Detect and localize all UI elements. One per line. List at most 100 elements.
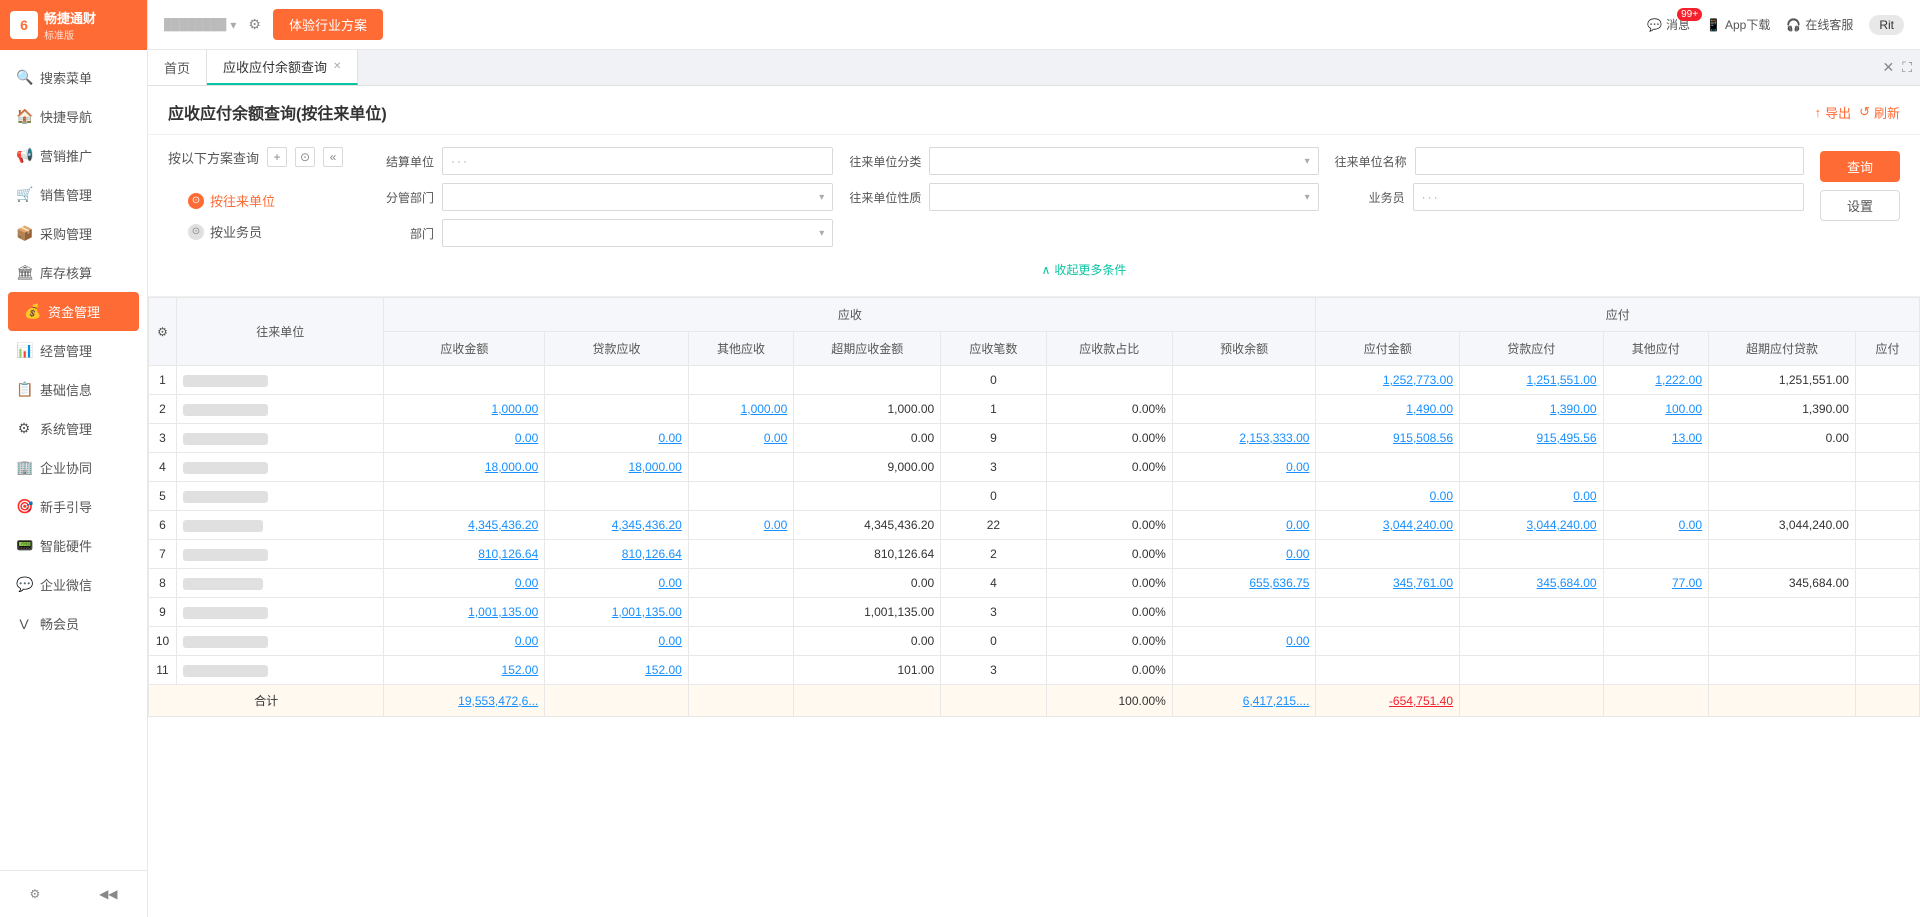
total-rec-prepay[interactable]: 6,417,215.... (1172, 685, 1316, 717)
table-cell[interactable]: 152.00 (545, 656, 689, 685)
table-cell[interactable]: 0.00 (1172, 627, 1316, 656)
table-cell[interactable]: 345,684.00 (1460, 569, 1604, 598)
table-cell[interactable]: 0.00 (545, 569, 689, 598)
sidebar-item-guide[interactable]: 🎯 新手引导 (0, 487, 147, 526)
total-pay-amount[interactable]: -654,751.40 (1316, 685, 1460, 717)
message-button[interactable]: 💬 消息 99+ (1647, 16, 1690, 33)
table-cell[interactable]: 4,345,436.20 (545, 511, 689, 540)
table-cell[interactable]: 1,000.00 (384, 395, 545, 424)
sidebar-item-finance[interactable]: 💰 资金管理 (8, 292, 139, 331)
sidebar-item-sales[interactable]: 🛒 销售管理 (0, 175, 147, 214)
salesperson-input[interactable]: ··· (1413, 183, 1804, 211)
table-cell[interactable]: 655,636.75 (1172, 569, 1316, 598)
sidebar-item-nav[interactable]: 🏠 快捷导航 (0, 97, 147, 136)
table-cell (794, 482, 941, 511)
partner-name-input[interactable] (1415, 147, 1804, 175)
table-cell[interactable]: 0.00 (384, 569, 545, 598)
table-cell[interactable]: 810,126.64 (545, 540, 689, 569)
table-cell[interactable]: 0.00 (384, 627, 545, 656)
sidebar-item-enterprise[interactable]: 🏢 企业协同 (0, 448, 147, 487)
export-button[interactable]: ↑ 导出 (1815, 103, 1852, 122)
scheme-item-partner[interactable]: ⊙ 按往来单位 (168, 185, 348, 216)
table-cell[interactable]: 13.00 (1603, 424, 1708, 453)
table-cell[interactable]: 1,390.00 (1460, 395, 1604, 424)
partner-category-input[interactable]: ▾ (929, 147, 1318, 175)
sidebar-item-wechat[interactable]: 💬 企业微信 (0, 565, 147, 604)
scheme-item-staff[interactable]: ⊙ 按业务员 (168, 216, 348, 247)
sidebar-item-operation[interactable]: 📊 经营管理 (0, 331, 147, 370)
table-cell[interactable]: 2,153,333.00 (1172, 424, 1316, 453)
table-cell[interactable]: 0.00 (1603, 511, 1708, 540)
table-cell[interactable]: 0.00 (1172, 540, 1316, 569)
filter-collapse-btn[interactable]: ∧ 收起更多条件 (364, 255, 1804, 284)
user-avatar[interactable]: Rit (1869, 15, 1904, 35)
table-cell[interactable]: 0.00 (1172, 511, 1316, 540)
col-pay-other: 其他应付 (1603, 332, 1708, 366)
sidebar-item-purchase[interactable]: 📦 采购管理 (0, 214, 147, 253)
salesperson-label: 业务员 (1335, 189, 1405, 206)
sidebar-item-basic[interactable]: 📋 基础信息 (0, 370, 147, 409)
filter-collapse-left-btn[interactable]: « (323, 147, 343, 167)
collapse-btn[interactable]: ◀◀ (93, 881, 123, 907)
table-cell[interactable]: 0.00 (384, 424, 545, 453)
query-button[interactable]: 查询 (1820, 151, 1900, 182)
table-cell[interactable]: 1,490.00 (1316, 395, 1460, 424)
total-rec-amount[interactable]: 19,553,472,6... (384, 685, 545, 717)
app-download-button[interactable]: 📱 App下载 (1706, 16, 1770, 33)
table-cell[interactable]: 4,345,436.20 (384, 511, 545, 540)
table-cell[interactable]: 1,252,773.00 (1316, 366, 1460, 395)
dept-manager-input[interactable]: ▾ (442, 183, 833, 211)
table-cell[interactable]: 915,495.56 (1460, 424, 1604, 453)
sidebar-item-hardware[interactable]: 📟 智能硬件 (0, 526, 147, 565)
set-button[interactable]: 设置 (1820, 190, 1900, 221)
table-cell[interactable]: 345,761.00 (1316, 569, 1460, 598)
tab-balance[interactable]: 应收应付余额查询 ✕ (207, 50, 358, 85)
sidebar-item-inventory[interactable]: 🏛 库存核算 (0, 253, 147, 292)
refresh-button[interactable]: ↺ 刷新 (1859, 103, 1900, 122)
table-cell[interactable]: 915,508.56 (1316, 424, 1460, 453)
table-cell[interactable]: 1,001,135.00 (545, 598, 689, 627)
table-cell[interactable]: 1,000.00 (688, 395, 793, 424)
table-cell[interactable]: 77.00 (1603, 569, 1708, 598)
tab-home[interactable]: 首页 (148, 50, 207, 85)
table-cell (1460, 540, 1604, 569)
table-cell[interactable]: 1,251,551.00 (1460, 366, 1604, 395)
table-cell[interactable]: 100.00 (1603, 395, 1708, 424)
dept-input[interactable]: ▾ (442, 219, 833, 247)
table-cell[interactable]: 1,001,135.00 (384, 598, 545, 627)
settlement-unit-input[interactable]: ··· (442, 147, 833, 175)
table-cell[interactable]: 0.00 (688, 424, 793, 453)
table-cell (1172, 366, 1316, 395)
table-cell (1855, 569, 1919, 598)
table-cell[interactable]: 3,044,240.00 (1316, 511, 1460, 540)
sidebar-item-search[interactable]: 🔍 搜索菜单 (0, 58, 147, 97)
header-dropdown-arrow[interactable]: ▾ (230, 18, 236, 32)
table-cell[interactable]: 0.00 (688, 511, 793, 540)
filter-config-btn[interactable]: ⊙ (295, 147, 315, 167)
table-cell[interactable]: 0.00 (1316, 482, 1460, 511)
table-cell[interactable]: 3,044,240.00 (1460, 511, 1604, 540)
table-cell[interactable]: 1,222.00 (1603, 366, 1708, 395)
tab-maximize-icon[interactable]: ⛶ (1902, 59, 1912, 76)
filter-fields-area: 结算单位 ··· 往来单位分类 ▾ (364, 147, 1804, 284)
gear-icon[interactable]: ⚙ (248, 16, 261, 33)
sidebar-item-member[interactable]: V 畅会员 (0, 604, 147, 643)
settings-bottom-btn[interactable]: ⚙ (23, 881, 46, 907)
table-cell[interactable]: 152.00 (384, 656, 545, 685)
table-cell[interactable]: 0.00 (1460, 482, 1604, 511)
online-service-button[interactable]: 🎧 在线客服 (1786, 16, 1853, 33)
tab-close-icon[interactable]: ✕ (333, 61, 341, 72)
sidebar-item-marketing[interactable]: 📢 营销推广 (0, 136, 147, 175)
table-cell[interactable]: 18,000.00 (384, 453, 545, 482)
table-cell[interactable]: 810,126.64 (384, 540, 545, 569)
filter-add-btn[interactable]: + (267, 147, 287, 167)
table-cell[interactable]: 0.00 (545, 627, 689, 656)
sidebar-item-system[interactable]: ⚙ 系统管理 (0, 409, 147, 448)
col-settings-header[interactable]: ⚙ (149, 298, 177, 366)
table-cell[interactable]: 18,000.00 (545, 453, 689, 482)
promote-button[interactable]: 体验行业方案 (273, 9, 383, 40)
tab-minimize-icon[interactable]: ✕ (1882, 59, 1894, 76)
partner-nature-input[interactable]: ▾ (929, 183, 1318, 211)
table-cell[interactable]: 0.00 (545, 424, 689, 453)
table-cell[interactable]: 0.00 (1172, 453, 1316, 482)
